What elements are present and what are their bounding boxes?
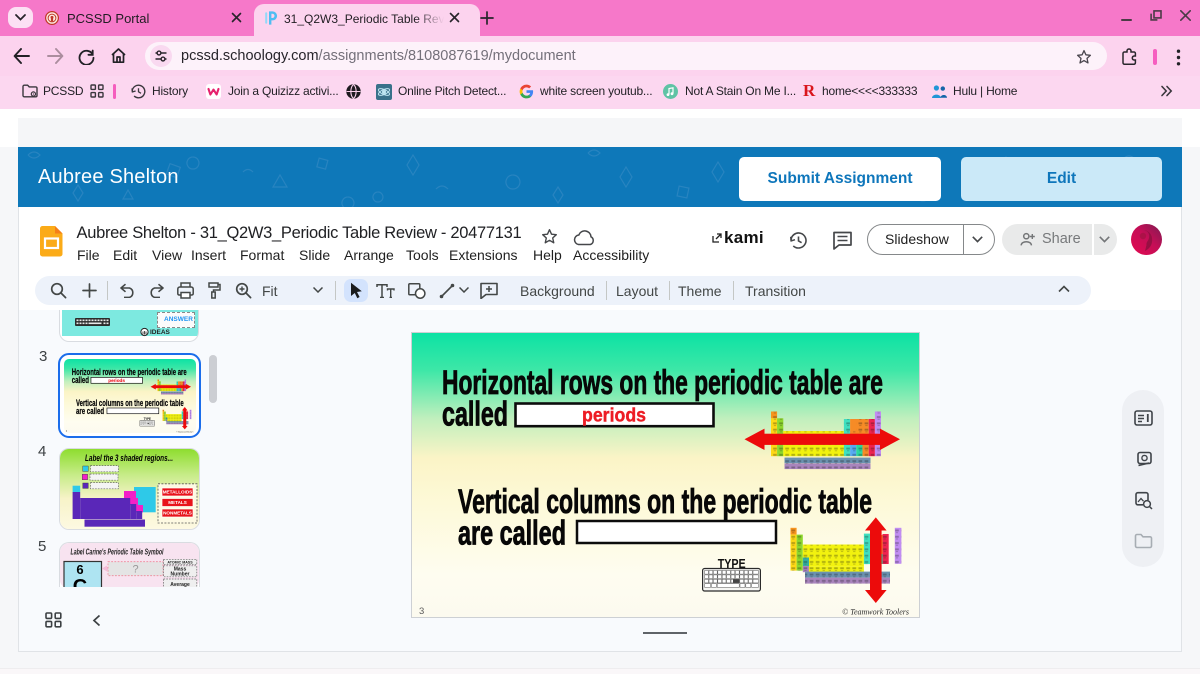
svg-text:Average: Average — [170, 582, 190, 587]
svg-text:?: ? — [132, 564, 138, 576]
svg-text:METALS: METALS — [168, 500, 187, 505]
svg-text:Label the 3 shaded regions...: Label the 3 shaded regions... — [85, 453, 173, 463]
svg-text:ATOMIC MASS: ATOMIC MASS — [167, 560, 193, 564]
svg-text:6: 6 — [76, 562, 83, 577]
svg-text:METALLOIDS: METALLOIDS — [163, 490, 193, 495]
svg-text:Label Carine's Periodic Table: Label Carine's Periodic Table Symbol — [71, 547, 164, 557]
svg-text:NONMETALS: NONMETALS — [163, 511, 192, 516]
svg-text:Number: Number — [171, 572, 190, 578]
svg-text:C: C — [73, 576, 87, 587]
